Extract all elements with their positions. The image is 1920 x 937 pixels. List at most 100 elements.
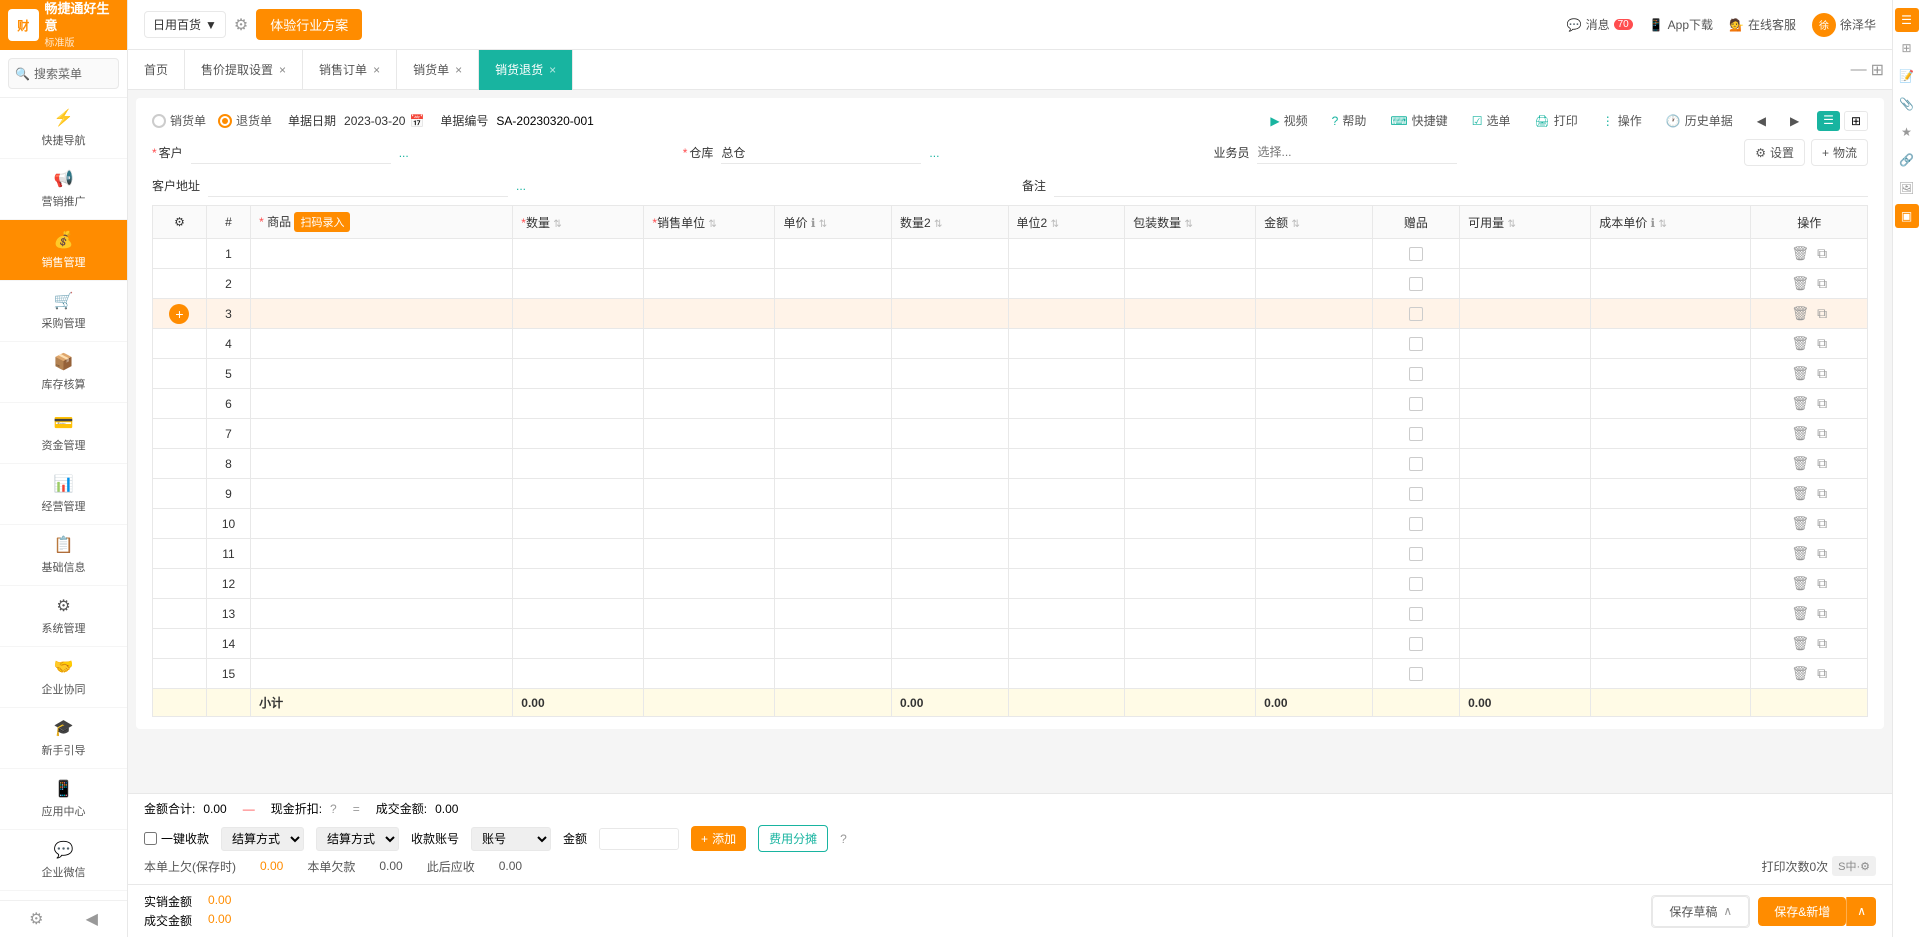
- cost-price-cell[interactable]: [1591, 539, 1751, 569]
- amount-input[interactable]: [599, 828, 679, 850]
- unit-cell[interactable]: [644, 359, 775, 389]
- search-menu-button[interactable]: 🔍 搜索菜单: [8, 58, 119, 89]
- qty2-cell[interactable]: [892, 419, 1009, 449]
- tab-sale-price[interactable]: 售价提取设置 ×: [185, 50, 303, 90]
- amount-cell[interactable]: [1256, 239, 1373, 269]
- unit2-cell[interactable]: [1008, 539, 1125, 569]
- product-cell[interactable]: [251, 539, 513, 569]
- amount-cell[interactable]: [1256, 629, 1373, 659]
- gift-checkbox[interactable]: [1409, 547, 1423, 561]
- copy-row-button[interactable]: ⧉: [1815, 573, 1829, 594]
- qty-cell[interactable]: [513, 539, 644, 569]
- avail-qty-cell[interactable]: [1460, 599, 1591, 629]
- unit2-cell[interactable]: [1008, 479, 1125, 509]
- sidebar-item-system[interactable]: ⚙ 系统管理: [0, 586, 127, 647]
- product-cell[interactable]: [251, 479, 513, 509]
- col-avail-sort[interactable]: ⇅: [1507, 219, 1515, 230]
- product-cell[interactable]: [251, 359, 513, 389]
- grid-view-button[interactable]: ⊞: [1844, 111, 1868, 131]
- next-record-icon[interactable]: ▶: [1784, 112, 1805, 130]
- unit-cell[interactable]: [644, 329, 775, 359]
- gift-checkbox[interactable]: [1409, 427, 1423, 441]
- tab-sale-return[interactable]: 销货退货 ×: [479, 50, 573, 90]
- sidebar-item-inventory[interactable]: 📦 库存核算: [0, 342, 127, 403]
- price-cell[interactable]: [775, 599, 892, 629]
- unit2-cell[interactable]: [1008, 299, 1125, 329]
- right-sidebar-image[interactable]: 🖼: [1895, 176, 1919, 200]
- qty2-cell[interactable]: [892, 599, 1009, 629]
- sidebar-search[interactable]: 🔍 搜索菜单: [0, 50, 127, 98]
- price-cell[interactable]: [775, 479, 892, 509]
- unit-cell[interactable]: [644, 239, 775, 269]
- cost-price-cell[interactable]: [1591, 479, 1751, 509]
- message-button[interactable]: 💬 消息 70: [1567, 16, 1633, 33]
- unit-cell[interactable]: [644, 629, 775, 659]
- price-cell[interactable]: [775, 449, 892, 479]
- scan-input-button[interactable]: 扫码录入: [294, 212, 350, 232]
- online-service-button[interactable]: 💁 在线客服: [1729, 16, 1796, 33]
- qty-cell[interactable]: [513, 419, 644, 449]
- ops-button[interactable]: ⋮ 操作: [1596, 110, 1648, 131]
- price-cell[interactable]: [775, 569, 892, 599]
- cost-price-cell[interactable]: [1591, 569, 1751, 599]
- qty-cell[interactable]: [513, 359, 644, 389]
- sidebar-item-finance[interactable]: 💳 资金管理: [0, 403, 127, 464]
- pack-qty-cell[interactable]: [1125, 299, 1256, 329]
- date-picker[interactable]: 2023-03-20 📅: [344, 114, 424, 128]
- qty2-cell[interactable]: [892, 359, 1009, 389]
- gift-checkbox[interactable]: [1409, 277, 1423, 291]
- amount-cell[interactable]: [1256, 269, 1373, 299]
- pack-qty-cell[interactable]: [1125, 659, 1256, 689]
- warehouse-input[interactable]: [721, 141, 921, 164]
- copy-row-button[interactable]: ⧉: [1815, 243, 1829, 264]
- gift-checkbox[interactable]: [1409, 307, 1423, 321]
- select-bill-button[interactable]: ☑ 选单: [1466, 110, 1517, 131]
- delete-row-button[interactable]: 🗑: [1789, 453, 1811, 474]
- gift-checkbox[interactable]: [1409, 607, 1423, 621]
- price-cell[interactable]: [775, 389, 892, 419]
- cost-price-cell[interactable]: [1591, 329, 1751, 359]
- address-input[interactable]: [208, 174, 508, 197]
- right-sidebar-terminal[interactable]: ▣: [1895, 204, 1919, 228]
- copy-row-button[interactable]: ⧉: [1815, 513, 1829, 534]
- tab-maximize-icon[interactable]: ⊞: [1871, 60, 1884, 80]
- col-pack-sort[interactable]: ⇅: [1184, 219, 1192, 230]
- price-cell[interactable]: [775, 269, 892, 299]
- amount-cell[interactable]: [1256, 599, 1373, 629]
- delete-row-button[interactable]: 🗑: [1789, 243, 1811, 264]
- topbar-settings-icon[interactable]: ⚙: [234, 15, 248, 35]
- qty-cell[interactable]: [513, 449, 644, 479]
- sidebar-item-app-center[interactable]: 📱 应用中心: [0, 769, 127, 830]
- unit2-cell[interactable]: [1008, 239, 1125, 269]
- unit-cell[interactable]: [644, 509, 775, 539]
- col-amount-sort[interactable]: ⇅: [1292, 219, 1300, 230]
- qty2-cell[interactable]: [892, 239, 1009, 269]
- unit-cell[interactable]: [644, 269, 775, 299]
- unit-cell[interactable]: [644, 419, 775, 449]
- qty-cell[interactable]: [513, 659, 644, 689]
- price-cell[interactable]: [775, 239, 892, 269]
- unit2-cell[interactable]: [1008, 329, 1125, 359]
- col-qty2-sort[interactable]: ⇅: [934, 219, 942, 230]
- amount-cell[interactable]: [1256, 539, 1373, 569]
- qty-cell[interactable]: [513, 299, 644, 329]
- print-button[interactable]: 🖨 打印: [1528, 110, 1583, 131]
- price-cell[interactable]: [775, 629, 892, 659]
- split-help-icon[interactable]: ?: [840, 832, 847, 846]
- col-cost-sort[interactable]: ⇅: [1658, 219, 1666, 230]
- avail-qty-cell[interactable]: [1460, 449, 1591, 479]
- avail-qty-cell[interactable]: [1460, 329, 1591, 359]
- unit2-cell[interactable]: [1008, 419, 1125, 449]
- product-cell[interactable]: [251, 239, 513, 269]
- unit-cell[interactable]: [644, 569, 775, 599]
- address-select-trigger[interactable]: ...: [516, 179, 526, 193]
- sidebar-item-quick-nav[interactable]: ⚡ 快捷导航: [0, 98, 127, 159]
- unit-cell[interactable]: [644, 299, 775, 329]
- qty2-cell[interactable]: [892, 539, 1009, 569]
- pack-qty-cell[interactable]: [1125, 569, 1256, 599]
- history-button[interactable]: 🕐 历史单据: [1660, 110, 1739, 131]
- app-download-button[interactable]: 📱 App下载: [1649, 16, 1713, 33]
- amount-cell[interactable]: [1256, 569, 1373, 599]
- delete-row-button[interactable]: 🗑: [1789, 543, 1811, 564]
- customer-input[interactable]: [191, 141, 391, 164]
